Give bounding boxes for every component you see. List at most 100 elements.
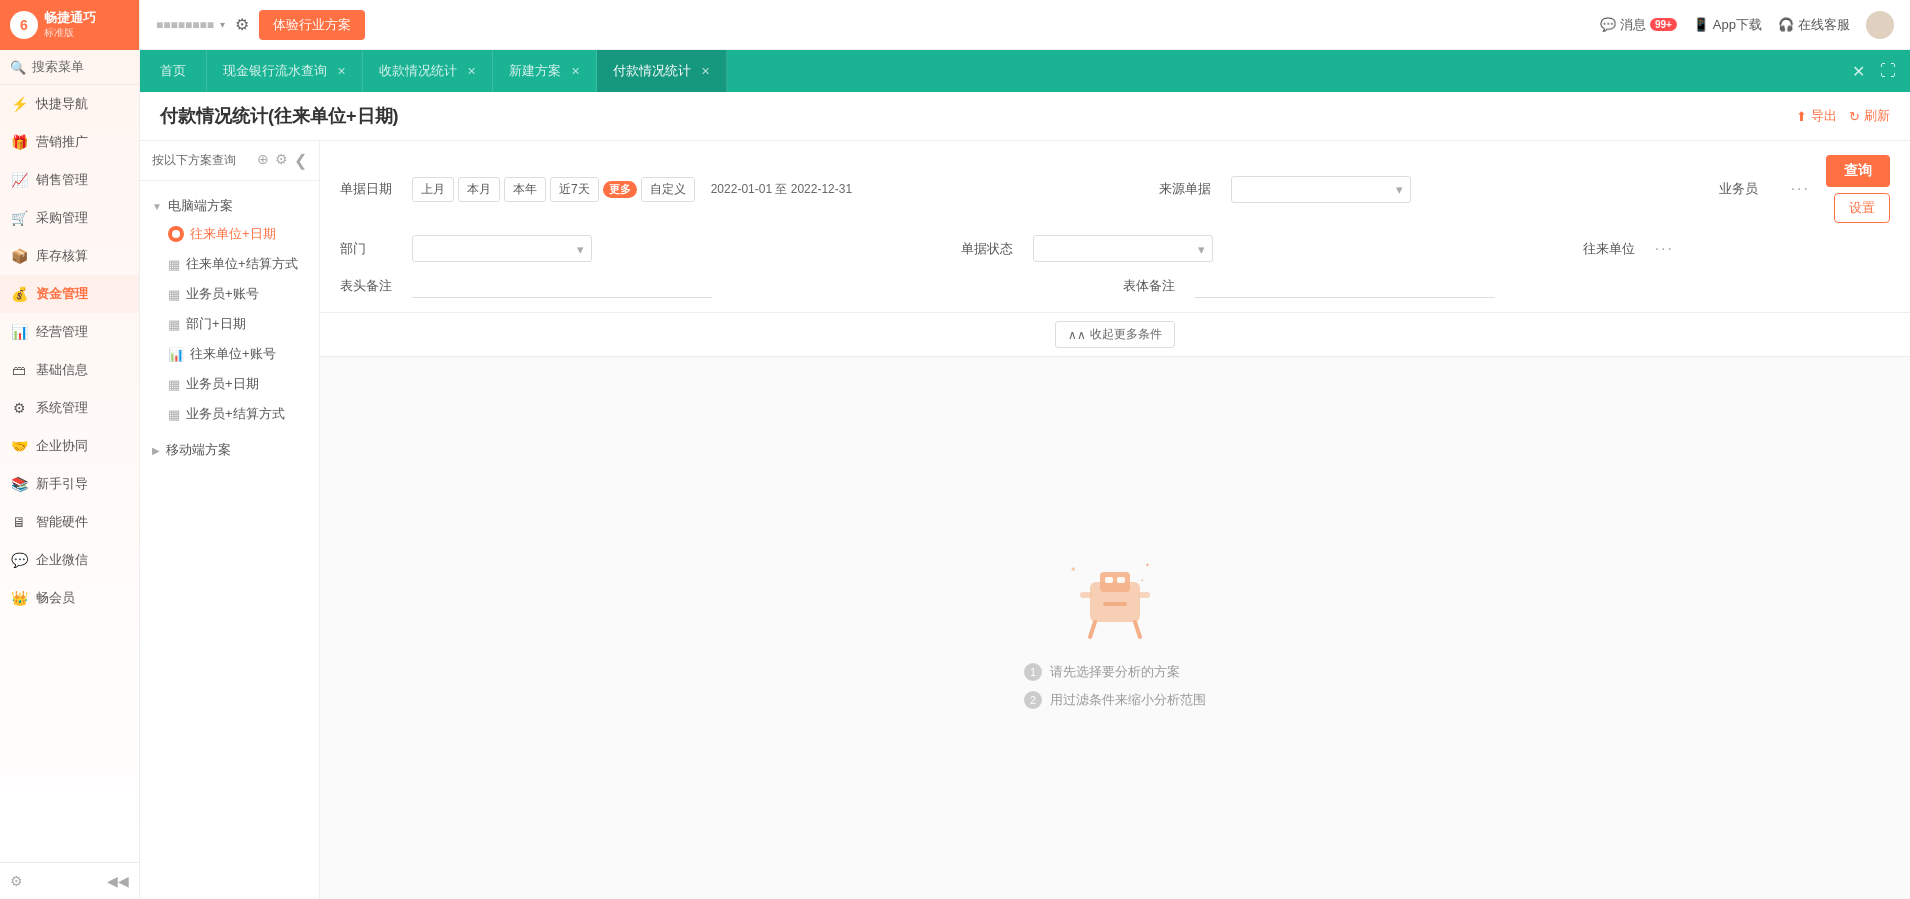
sidebar-footer: ⚙ ◀◀ <box>0 862 139 899</box>
online-service-btn[interactable]: 🎧 在线客服 <box>1778 16 1850 34</box>
employee-dots-btn[interactable]: ··· <box>1791 180 1810 198</box>
filter-row-2: 部门 单据状态 <box>340 235 1890 262</box>
settings-button[interactable]: 设置 <box>1834 193 1890 223</box>
tab-expand-btn[interactable]: ⛶ <box>1874 57 1902 85</box>
scheme-settings-icon[interactable]: ⚙ <box>275 151 288 170</box>
header-note-label: 表头备注 <box>340 277 396 295</box>
export-label: 导出 <box>1811 107 1837 125</box>
sidebar-item-label: 畅会员 <box>36 589 75 607</box>
sidebar-item-marketing[interactable]: 🎁 营销推广 <box>0 123 139 161</box>
content-wrapper: 按以下方案查询 ⊕ ⚙ ❮ ▼ 电脑端方案 <box>140 141 1910 899</box>
footer-settings-icon[interactable]: ⚙ <box>10 873 23 889</box>
scheme-item-partner-account[interactable]: 📊 往来单位+账号 <box>140 339 319 369</box>
sidebar-item-purchase[interactable]: 🛒 采购管理 <box>0 199 139 237</box>
sidebar-item-system[interactable]: ⚙ 系统管理 <box>0 389 139 427</box>
sidebar-item-member[interactable]: 👑 畅会员 <box>0 579 139 617</box>
scheme-item-partner-date[interactable]: 往来单位+日期 <box>140 219 319 249</box>
tab-new-plan[interactable]: 新建方案 ✕ <box>493 50 597 92</box>
header-note-input[interactable] <box>412 274 712 298</box>
message-btn[interactable]: 💬 消息 99+ <box>1600 16 1677 34</box>
wechat-icon: 💬 <box>10 551 28 569</box>
sidebar-item-basic[interactable]: 🗃 基础信息 <box>0 351 139 389</box>
sidebar-item-inventory[interactable]: 📦 库存核算 <box>0 237 139 275</box>
scheme-item-icon: ▦ <box>168 287 180 302</box>
chart-icon: 📊 <box>168 347 184 362</box>
scheme-item-icon: ▦ <box>168 407 180 422</box>
user-avatar[interactable] <box>1866 11 1894 39</box>
sidebar-item-quick-nav[interactable]: ⚡ 快捷导航 <box>0 85 139 123</box>
dept-select[interactable] <box>412 235 592 262</box>
export-btn[interactable]: ⬆ 导出 <box>1796 107 1837 125</box>
date-btn-last7days[interactable]: 近7天 <box>550 177 599 202</box>
tab-receivable[interactable]: 收款情况统计 ✕ <box>363 50 493 92</box>
sidebar-item-label: 营销推广 <box>36 133 88 151</box>
scheme-item-label: 业务员+账号 <box>186 285 259 303</box>
purchase-icon: 🛒 <box>10 209 28 227</box>
header-actions: 💬 消息 99+ 📱 App下载 🎧 在线客服 <box>1600 11 1894 39</box>
source-doc-select-wrapper <box>1231 176 1411 203</box>
trial-button[interactable]: 体验行业方案 <box>259 10 365 40</box>
scheme-item-label: 往来单位+结算方式 <box>186 255 298 273</box>
sidebar-item-label: 资金管理 <box>36 285 88 303</box>
date-btn-this-year[interactable]: 本年 <box>504 177 546 202</box>
date-btn-last-month[interactable]: 上月 <box>412 177 454 202</box>
sidebar-item-finance[interactable]: 💰 资金管理 <box>0 275 139 313</box>
page-title: 付款情况统计(往来单位+日期) <box>160 104 1796 128</box>
tab-home[interactable]: 首页 <box>140 50 207 92</box>
sidebar-item-operations[interactable]: 📊 经营管理 <box>0 313 139 351</box>
date-btn-custom[interactable]: 自定义 <box>641 177 695 202</box>
tab-bar: 首页 现金银行流水查询 ✕ 收款情况统计 ✕ 新建方案 ✕ 付款情况统计 ✕ ✕… <box>140 50 1910 92</box>
tab-cashflow[interactable]: 现金银行流水查询 ✕ <box>207 50 363 92</box>
refresh-btn[interactable]: ↻ 刷新 <box>1849 107 1890 125</box>
search-menu[interactable]: 🔍 搜索菜单 <box>0 50 139 85</box>
scheme-group-mobile-header[interactable]: ▶ 移动端方案 <box>140 437 319 463</box>
tip-num-2: 2 <box>1024 691 1042 709</box>
scheme-item-icon: ▦ <box>168 317 180 332</box>
sidebar-item-label: 库存核算 <box>36 247 88 265</box>
query-button[interactable]: 查询 <box>1826 155 1890 187</box>
sidebar-item-sales[interactable]: 📈 销售管理 <box>0 161 139 199</box>
export-icon: ⬆ <box>1796 109 1807 124</box>
refresh-label: 刷新 <box>1864 107 1890 125</box>
tab-new-plan-close[interactable]: ✕ <box>571 65 580 78</box>
date-more-badge[interactable]: 更多 <box>603 181 637 198</box>
tab-cashflow-close[interactable]: ✕ <box>337 65 346 78</box>
sidebar-item-starter[interactable]: 📚 新手引导 <box>0 465 139 503</box>
partner-dots-btn[interactable]: ··· <box>1655 240 1674 258</box>
collapse-btn[interactable]: ∧∧ 收起更多条件 <box>1055 321 1175 348</box>
tab-payment[interactable]: 付款情况统计 ✕ <box>597 50 727 92</box>
scheme-item-employee-date[interactable]: ▦ 业务员+日期 <box>140 369 319 399</box>
page-area: 付款情况统计(往来单位+日期) ⬆ 导出 ↻ 刷新 按以下方案查询 ⊕ <box>140 92 1910 899</box>
header-settings-icon[interactable]: ⚙ <box>235 15 249 34</box>
scheme-item-label: 往来单位+日期 <box>190 225 276 243</box>
tab-receivable-label: 收款情况统计 <box>379 62 457 80</box>
logo-name: 畅捷通巧 <box>44 10 96 26</box>
sidebar-item-label: 经营管理 <box>36 323 88 341</box>
doc-status-select-wrapper <box>1033 235 1213 262</box>
page-header: 付款情况统计(往来单位+日期) ⬆ 导出 ↻ 刷新 <box>140 92 1910 141</box>
footer-collapse-icon[interactable]: ◀◀ <box>107 873 129 889</box>
scheme-item-partner-settlement[interactable]: ▦ 往来单位+结算方式 <box>140 249 319 279</box>
tab-receivable-close[interactable]: ✕ <box>467 65 476 78</box>
sidebar-item-hardware[interactable]: 🖥 智能硬件 <box>0 503 139 541</box>
scheme-group-desktop-header[interactable]: ▼ 电脑端方案 <box>140 193 319 219</box>
tab-close-all-btn[interactable]: ✕ <box>1844 57 1872 85</box>
scheme-collapse-icon[interactable]: ❮ <box>294 151 307 170</box>
collapse-btn-label: 收起更多条件 <box>1090 326 1162 343</box>
app-download-btn[interactable]: 📱 App下载 <box>1693 16 1762 34</box>
date-buttons: 上月 本月 本年 近7天 更多 自定义 <box>412 177 695 202</box>
doc-status-select[interactable] <box>1033 235 1213 262</box>
scheme-item-dept-date[interactable]: ▦ 部门+日期 <box>140 309 319 339</box>
employee-label: 业务员 <box>1719 180 1775 198</box>
scheme-item-employee-account[interactable]: ▦ 业务员+账号 <box>140 279 319 309</box>
message-badge: 99+ <box>1650 18 1677 31</box>
scheme-item-employee-settlement[interactable]: ▦ 业务员+结算方式 <box>140 399 319 429</box>
sidebar-item-enterprise[interactable]: 🤝 企业协同 <box>0 427 139 465</box>
date-btn-this-month[interactable]: 本月 <box>458 177 500 202</box>
source-doc-select[interactable] <box>1231 176 1411 203</box>
tab-payment-close[interactable]: ✕ <box>701 65 710 78</box>
body-note-input[interactable] <box>1195 274 1495 298</box>
sidebar-item-wechat[interactable]: 💬 企业微信 <box>0 541 139 579</box>
scheme-group-desktop: ▼ 电脑端方案 往来单位+日期 ▦ 往来单位+结算方式 ▦ <box>140 189 319 433</box>
scheme-add-icon[interactable]: ⊕ <box>257 151 269 170</box>
